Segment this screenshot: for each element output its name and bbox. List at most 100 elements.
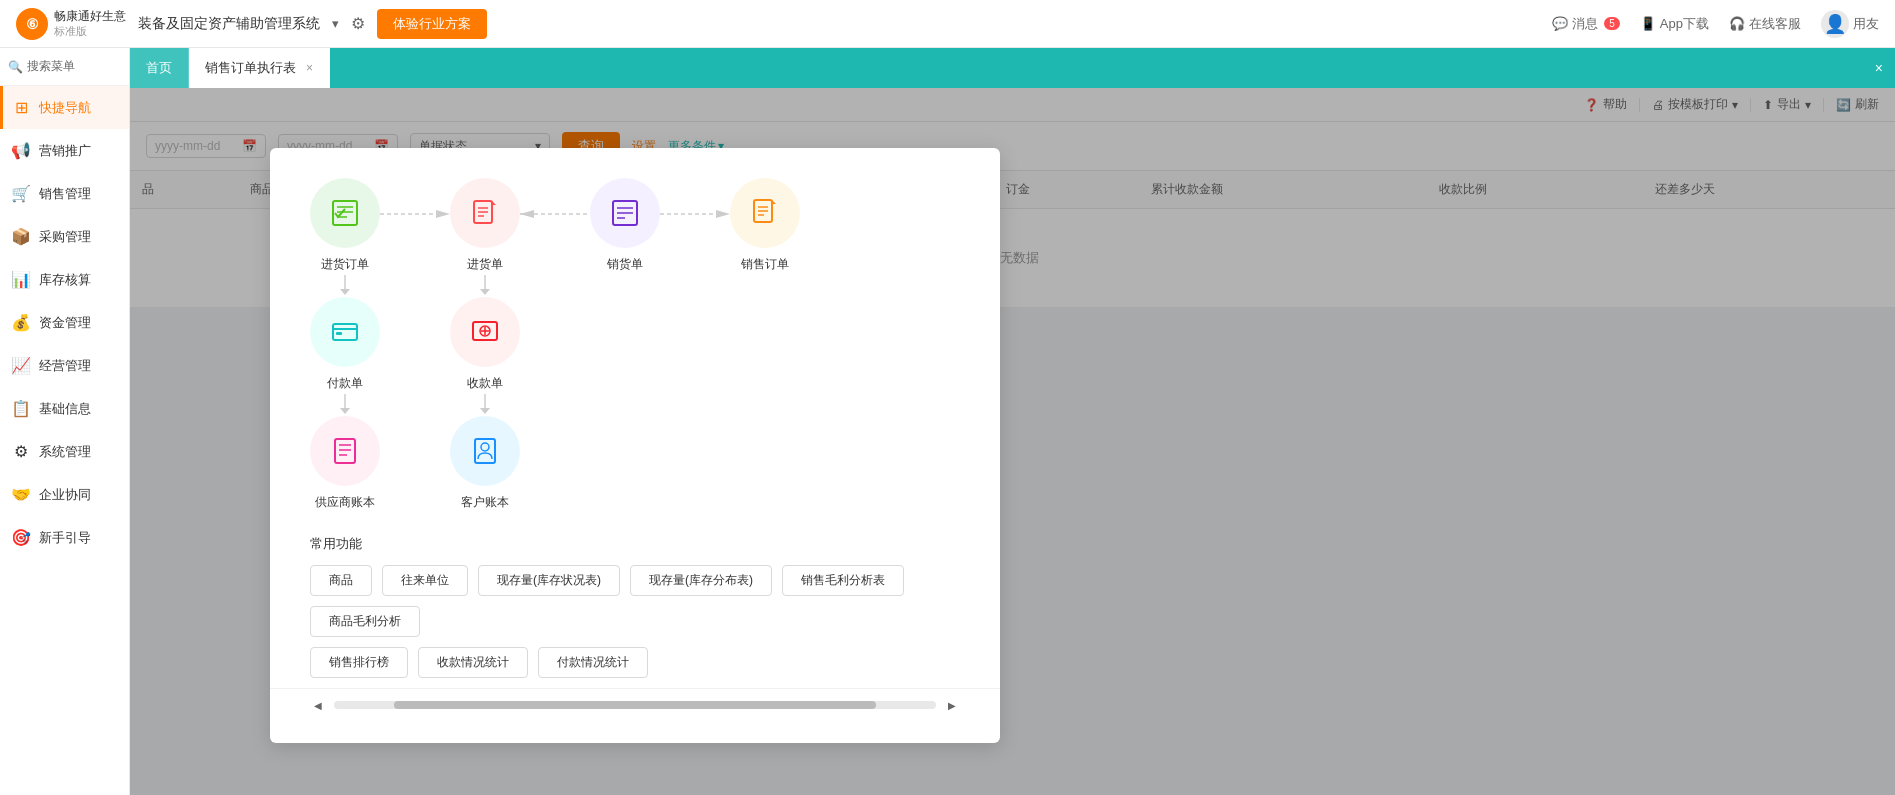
purchase-order-node: 进货订单	[310, 178, 380, 273]
app-download-btn[interactable]: 📱 App下载	[1640, 15, 1709, 33]
home-tab-label: 首页	[146, 59, 172, 77]
guide-icon: 🎯	[11, 528, 31, 547]
sidebar-item-system[interactable]: ⚙ 系统管理	[0, 430, 129, 473]
customer-ledger-node: 客户账本	[450, 416, 520, 511]
sidebar-item-finance[interactable]: 💰 资金管理	[0, 301, 129, 344]
purchase-icon: 📦	[11, 227, 31, 246]
user-avatar: 👤	[1821, 10, 1849, 38]
settings-button[interactable]: ⚙	[351, 14, 365, 33]
user-name: 用友	[1853, 15, 1879, 33]
func-btn-stock-dist[interactable]: 现存量(库存分布表)	[630, 565, 772, 596]
inventory-icon: 📊	[11, 270, 31, 289]
sales-bill-node: 销货单	[590, 178, 660, 273]
arrow-right-1	[380, 178, 450, 220]
system-title-dropdown[interactable]: ▾	[332, 16, 339, 31]
scroll-right-arrow[interactable]: ▶	[944, 697, 960, 713]
svg-marker-16	[436, 210, 450, 218]
system-icon: ⚙	[11, 442, 31, 461]
function-btns-row-2: 销售排行榜 收款情况统计 付款情况统计	[310, 647, 960, 678]
tab-home[interactable]: 首页	[130, 48, 189, 88]
supplier-ledger-label: 供应商账本	[315, 494, 375, 511]
main-area: 🔍 搜索菜单 ⊞ 快捷导航 📢 营销推广 🛒 销售管理 📦 采购管理 📊	[0, 48, 1895, 795]
customer-ledger-label: 客户账本	[461, 494, 509, 511]
spacer-arrow	[660, 178, 730, 220]
func-btn-product-gross[interactable]: 商品毛利分析	[310, 606, 420, 637]
function-btns-row-1: 商品 往来单位 现存量(库存状况表) 现存量(库存分布表) 销售毛利分析表 商品…	[310, 565, 960, 637]
sidebar-item-sales[interactable]: 🛒 销售管理	[0, 172, 129, 215]
supplier-ledger-node: 供应商账本	[310, 416, 380, 511]
search-menu[interactable]: 🔍 搜索菜单	[0, 48, 129, 86]
sales-bill-label: 销货单	[607, 256, 643, 273]
scroll-track[interactable]	[334, 701, 936, 709]
quick-nav-icon: ⊞	[11, 98, 31, 117]
experience-btn[interactable]: 体验行业方案	[377, 9, 487, 39]
receipt-icon	[450, 297, 520, 367]
middle-column: 进货单 收款单	[450, 178, 520, 511]
svg-marker-10	[340, 408, 350, 414]
sidebar-item-inventory[interactable]: 📊 库存核算	[0, 258, 129, 301]
logo-area: ⑥ 畅康通好生意 标准版	[16, 8, 126, 40]
receipt-label: 收款单	[467, 375, 503, 392]
operations-icon: 📈	[11, 356, 31, 375]
svg-rect-6	[333, 324, 357, 340]
func-btn-stock-status[interactable]: 现存量(库存状况表)	[478, 565, 620, 596]
purchase-bill-icon	[450, 178, 520, 248]
top-left: ⑥ 畅康通好生意 标准版 装备及固定资产辅助管理系统 ▾ ⚙ 体验行业方案	[16, 8, 487, 40]
svg-rect-8	[336, 332, 342, 335]
flow-diagram: 进货订单 付款单	[310, 178, 960, 511]
scroll-thumb	[394, 701, 876, 709]
func-btn-sales-gross[interactable]: 销售毛利分析表	[782, 565, 904, 596]
receipt-node: 收款单	[450, 297, 520, 392]
sales-order-node: 销售订单	[730, 178, 800, 273]
top-right: 💬 消息 5 📱 App下载 🎧 在线客服 👤 用友	[1552, 10, 1879, 38]
common-functions-title: 常用功能	[310, 535, 960, 553]
sidebar-item-marketing[interactable]: 📢 营销推广	[0, 129, 129, 172]
app-container: ⑥ 畅康通好生意 标准版 装备及固定资产辅助管理系统 ▾ ⚙ 体验行业方案 💬 …	[0, 0, 1895, 795]
tab-bar-close[interactable]: ×	[1863, 48, 1895, 88]
purchase-bill-node: 进货单	[450, 178, 520, 273]
svg-rect-0	[333, 201, 357, 225]
tab-sales-order[interactable]: 销售订单执行表 ×	[189, 48, 330, 88]
supplier-ledger-icon	[310, 416, 380, 486]
scroll-left-arrow[interactable]: ◀	[310, 697, 326, 713]
online-service-btn[interactable]: 🎧 在线客服	[1729, 15, 1801, 33]
svg-marker-22	[480, 289, 490, 295]
finance-icon: 💰	[11, 313, 31, 332]
sidebar-item-purchase[interactable]: 📦 采购管理	[0, 215, 129, 258]
svg-rect-11	[335, 439, 355, 463]
marketing-icon: 📢	[11, 141, 31, 160]
func-btn-partner[interactable]: 往来单位	[382, 565, 468, 596]
page-content: ❓ 帮助 🖨 按模板打印 ▾ ⬆ 导出 ▾	[130, 88, 1895, 795]
left-column: 进货订单 付款单	[310, 178, 380, 511]
logo-icon: ⑥	[16, 8, 48, 40]
user-menu[interactable]: 👤 用友	[1821, 10, 1879, 38]
message-badge: 5	[1604, 17, 1620, 30]
func-btn-receipt-stat[interactable]: 收款情况统计	[418, 647, 528, 678]
arrow-left-1	[520, 178, 590, 220]
basic-info-icon: 📋	[11, 399, 31, 418]
func-btn-payment-stat[interactable]: 付款情况统计	[538, 647, 648, 678]
sales-bill-icon	[590, 178, 660, 248]
message-btn[interactable]: 💬 消息 5	[1552, 15, 1620, 33]
arrow-down-2	[339, 392, 351, 416]
system-title: 装备及固定资产辅助管理系统	[138, 15, 320, 33]
sidebar: 🔍 搜索菜单 ⊞ 快捷导航 📢 营销推广 🛒 销售管理 📦 采购管理 📊	[0, 48, 130, 795]
sidebar-item-operations[interactable]: 📈 经营管理	[0, 344, 129, 387]
customer-ledger-icon	[450, 416, 520, 486]
sidebar-item-basic-info[interactable]: 📋 基础信息	[0, 387, 129, 430]
sidebar-item-guide[interactable]: 🎯 新手引导	[0, 516, 129, 559]
tab-close-icon[interactable]: ×	[306, 61, 313, 75]
sales-order-tab-label: 销售订单执行表	[205, 59, 296, 77]
func-btn-product[interactable]: 商品	[310, 565, 372, 596]
logo-text: 畅康通好生意 标准版	[54, 9, 126, 39]
sales-order-icon	[730, 178, 800, 248]
svg-marker-5	[340, 289, 350, 295]
purchase-order-label: 进货订单	[321, 256, 369, 273]
sidebar-item-enterprise[interactable]: 🤝 企业协同	[0, 473, 129, 516]
sales-icon: 🛒	[11, 184, 31, 203]
func-btn-sales-rank[interactable]: 销售排行榜	[310, 647, 408, 678]
sidebar-item-quick-nav[interactable]: ⊞ 快捷导航	[0, 86, 129, 129]
payment-icon	[310, 297, 380, 367]
purchase-bill-label: 进货单	[467, 256, 503, 273]
right-middle-column: 销货单	[590, 178, 660, 461]
